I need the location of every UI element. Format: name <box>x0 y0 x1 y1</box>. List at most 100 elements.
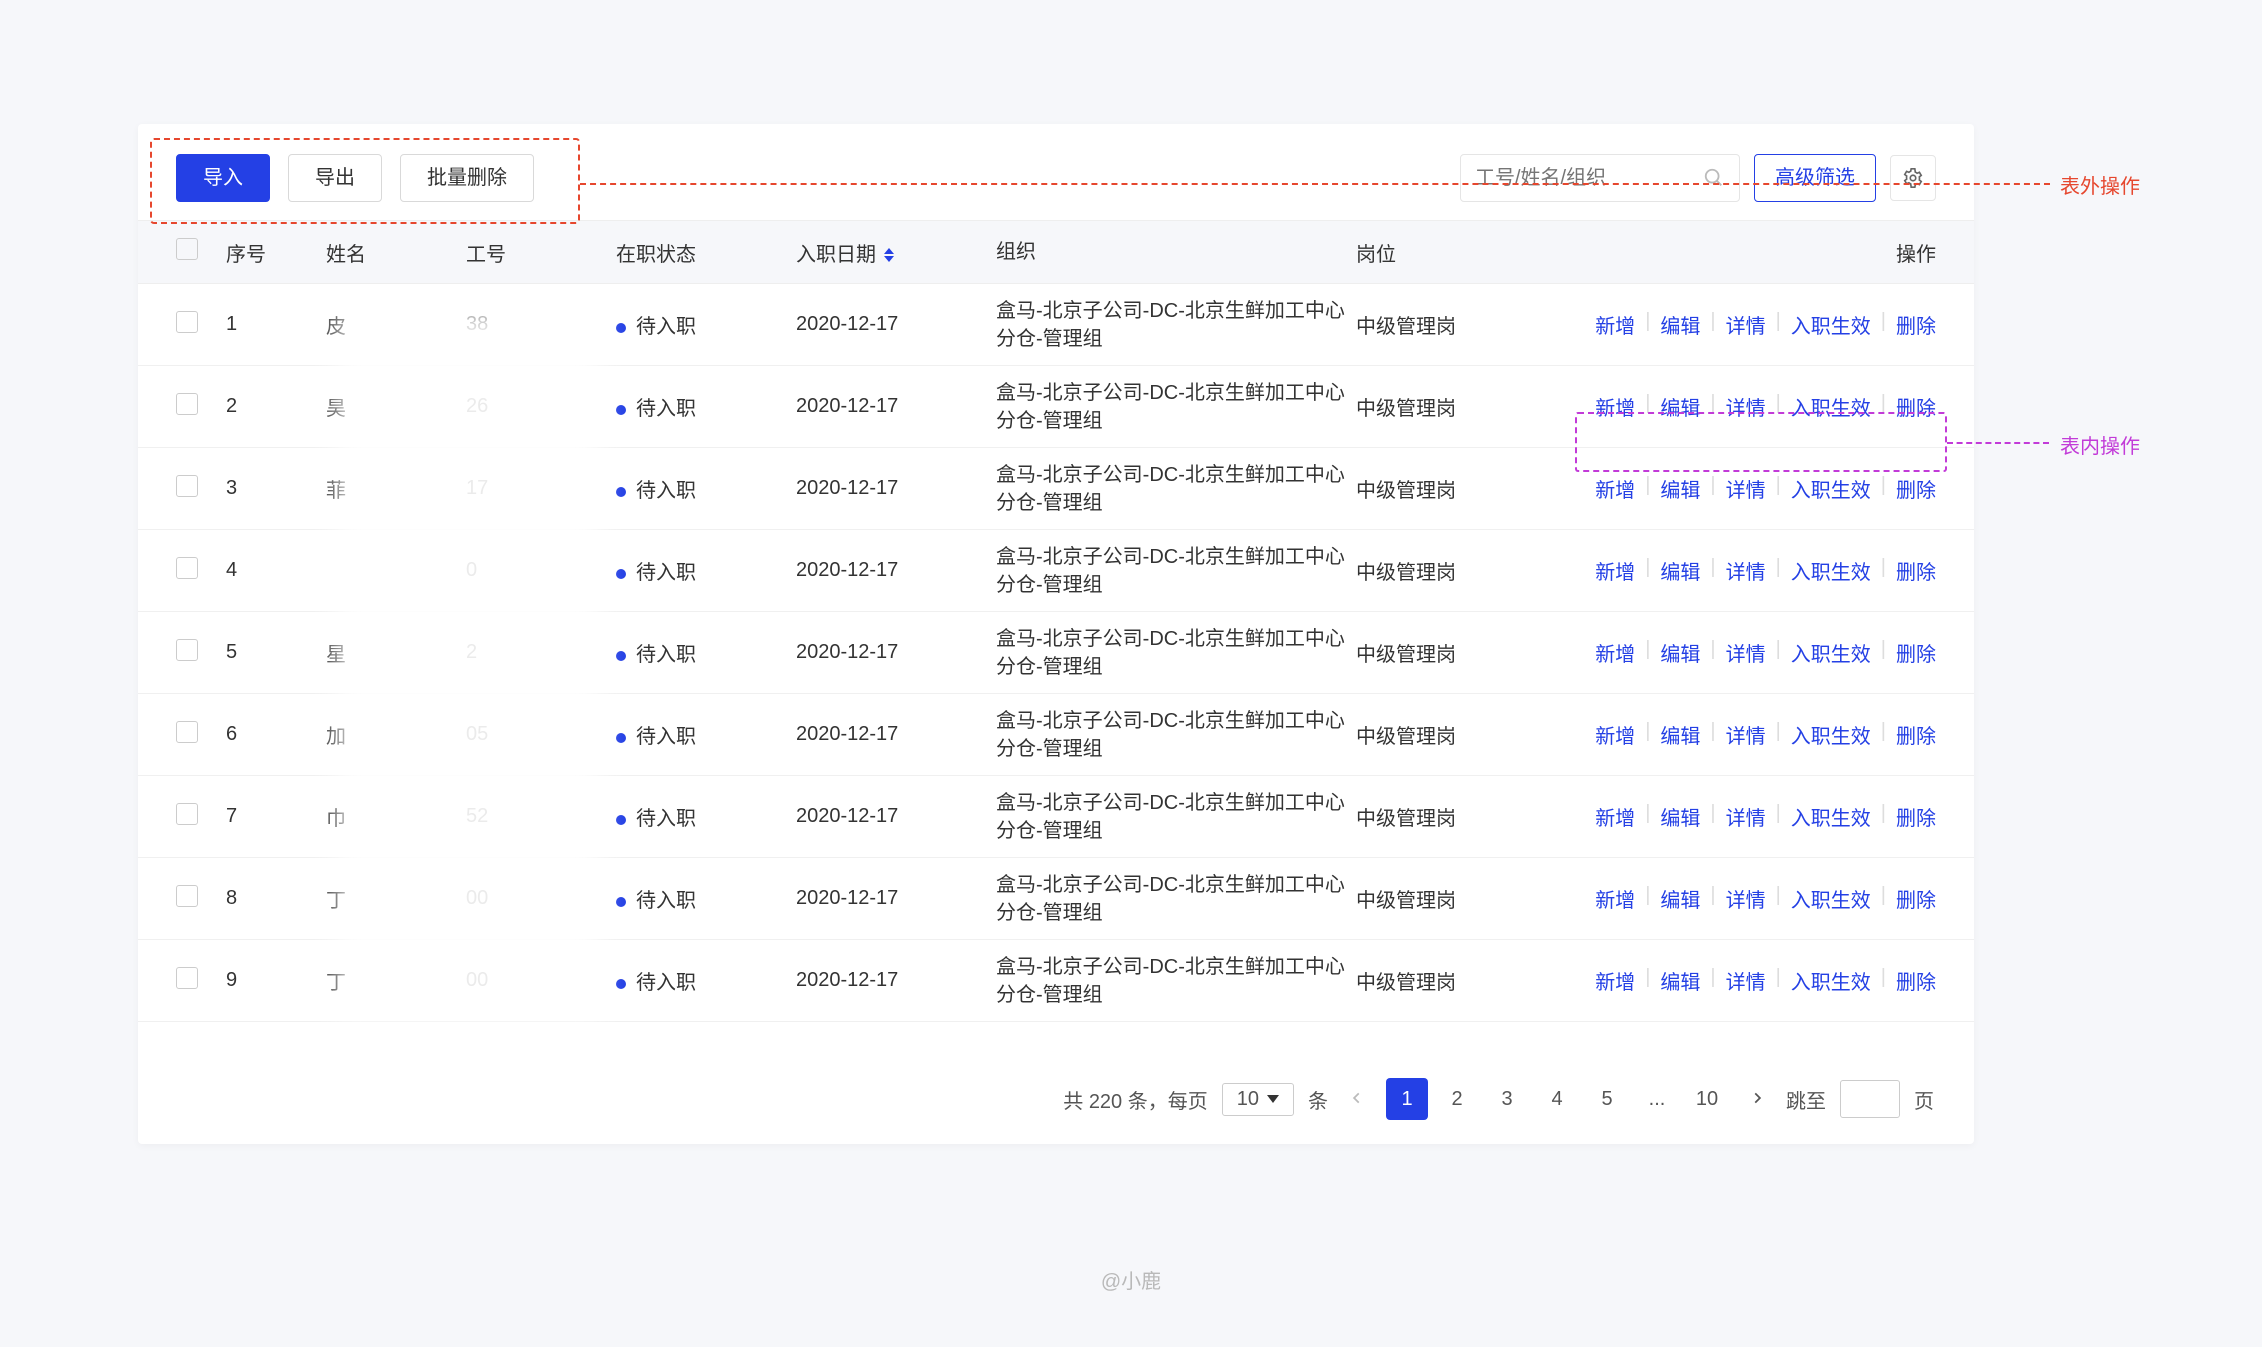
row-action-delete[interactable]: 删除 <box>1896 720 1936 749</box>
row-action-detail[interactable]: 详情 <box>1726 638 1766 667</box>
next-page-button[interactable] <box>1742 1088 1772 1111</box>
row-action-delete[interactable]: 删除 <box>1896 638 1936 667</box>
row-checkbox[interactable] <box>176 475 198 497</box>
row-action-delete[interactable]: 删除 <box>1896 392 1936 421</box>
row-action-detail[interactable]: 详情 <box>1726 802 1766 831</box>
row-action-add[interactable]: 新增 <box>1595 556 1635 585</box>
cell-ops: 新增| 编辑| 详情| 入职生效| 删除 <box>1546 474 1936 503</box>
row-action-add[interactable]: 新增 <box>1595 310 1635 339</box>
column-settings-button[interactable] <box>1890 155 1936 201</box>
cell-date: 2020-12-17 <box>796 887 996 910</box>
row-action-detail[interactable]: 详情 <box>1726 392 1766 421</box>
row-action-delete[interactable]: 删除 <box>1896 556 1936 585</box>
cell-name: 巾 <box>326 802 466 831</box>
row-action-effect[interactable]: 入职生效 <box>1791 392 1871 421</box>
col-hire-date[interactable]: 入职日期 <box>796 238 996 267</box>
row-action-effect[interactable]: 入职生效 <box>1791 720 1871 749</box>
bulk-delete-button[interactable]: 批量删除 <box>400 154 534 202</box>
data-table-card: 导入 导出 批量删除 高级筛选 序号 姓名 工号 在职状态 <box>138 124 1974 1144</box>
search-input-wrapper[interactable] <box>1460 154 1740 202</box>
export-button[interactable]: 导出 <box>288 154 382 202</box>
row-checkbox[interactable] <box>176 967 198 989</box>
cell-empid: 05 <box>466 723 616 746</box>
row-action-add[interactable]: 新增 <box>1595 638 1635 667</box>
row-action-effect[interactable]: 入职生效 <box>1791 556 1871 585</box>
row-checkbox[interactable] <box>176 557 198 579</box>
prev-page-button[interactable] <box>1342 1088 1372 1111</box>
row-action-effect[interactable]: 入职生效 <box>1791 310 1871 339</box>
cell-empid: 52 <box>466 805 616 828</box>
row-action-detail[interactable]: 详情 <box>1726 310 1766 339</box>
row-action-add[interactable]: 新增 <box>1595 474 1635 503</box>
page-button[interactable]: 5 <box>1586 1078 1628 1120</box>
row-action-detail[interactable]: 详情 <box>1726 884 1766 913</box>
status-dot-icon <box>616 405 626 415</box>
page-size-select[interactable]: 10 <box>1222 1083 1294 1116</box>
page-button[interactable]: 10 <box>1686 1078 1728 1120</box>
row-checkbox[interactable] <box>176 311 198 333</box>
cell-empid: 00 <box>466 969 616 992</box>
row-checkbox[interactable] <box>176 803 198 825</box>
row-checkbox[interactable] <box>176 721 198 743</box>
row-action-detail[interactable]: 详情 <box>1726 556 1766 585</box>
col-status: 在职状态 <box>616 238 796 267</box>
row-action-detail[interactable]: 详情 <box>1726 966 1766 995</box>
row-action-add[interactable]: 新增 <box>1595 802 1635 831</box>
page-button[interactable]: 4 <box>1536 1078 1578 1120</box>
select-all-checkbox[interactable] <box>176 238 198 260</box>
table-row: 9 丁 00 待入职 2020-12-17 盒马-北京子公司-DC-北京生鲜加工… <box>138 940 1974 1022</box>
row-action-effect[interactable]: 入职生效 <box>1791 638 1871 667</box>
row-action-edit[interactable]: 编辑 <box>1660 310 1700 339</box>
search-input[interactable] <box>1475 167 1697 190</box>
page-button[interactable]: 3 <box>1486 1078 1528 1120</box>
cell-status: 待入职 <box>616 556 796 585</box>
cell-empid: 2 <box>466 641 616 664</box>
row-action-add[interactable]: 新增 <box>1595 884 1635 913</box>
cell-org: 盒马-北京子公司-DC-北京生鲜加工中心分仓-管理组 <box>996 625 1356 681</box>
row-checkbox[interactable] <box>176 885 198 907</box>
row-action-add[interactable]: 新增 <box>1595 720 1635 749</box>
page-button[interactable]: 2 <box>1436 1078 1478 1120</box>
cell-ops: 新增| 编辑| 详情| 入职生效| 删除 <box>1546 310 1936 339</box>
row-action-delete[interactable]: 删除 <box>1896 474 1936 503</box>
cell-name: 菲 <box>326 474 466 503</box>
row-action-detail[interactable]: 详情 <box>1726 474 1766 503</box>
status-dot-icon <box>616 897 626 907</box>
col-seq: 序号 <box>226 238 326 267</box>
row-action-delete[interactable]: 删除 <box>1896 884 1936 913</box>
row-action-edit[interactable]: 编辑 <box>1660 392 1700 421</box>
row-action-edit[interactable]: 编辑 <box>1660 638 1700 667</box>
row-checkbox[interactable] <box>176 393 198 415</box>
row-action-effect[interactable]: 入职生效 <box>1791 884 1871 913</box>
row-action-edit[interactable]: 编辑 <box>1660 556 1700 585</box>
row-action-delete[interactable]: 删除 <box>1896 802 1936 831</box>
row-checkbox[interactable] <box>176 639 198 661</box>
status-dot-icon <box>616 815 626 825</box>
row-action-edit[interactable]: 编辑 <box>1660 884 1700 913</box>
cell-ops: 新增| 编辑| 详情| 入职生效| 删除 <box>1546 802 1936 831</box>
page-button[interactable]: 1 <box>1386 1078 1428 1120</box>
row-action-edit[interactable]: 编辑 <box>1660 966 1700 995</box>
cell-empid: 26 <box>466 395 616 418</box>
jump-page-input[interactable] <box>1840 1080 1900 1118</box>
row-action-effect[interactable]: 入职生效 <box>1791 802 1871 831</box>
col-post: 岗位 <box>1356 238 1546 267</box>
row-action-add[interactable]: 新增 <box>1595 392 1635 421</box>
table-row: 8 丁 00 待入职 2020-12-17 盒马-北京子公司-DC-北京生鲜加工… <box>138 858 1974 940</box>
advanced-filter-button[interactable]: 高级筛选 <box>1754 154 1876 202</box>
row-action-edit[interactable]: 编辑 <box>1660 720 1700 749</box>
cell-status: 待入职 <box>616 966 796 995</box>
row-action-edit[interactable]: 编辑 <box>1660 474 1700 503</box>
cell-date: 2020-12-17 <box>796 723 996 746</box>
row-action-delete[interactable]: 删除 <box>1896 966 1936 995</box>
row-action-detail[interactable]: 详情 <box>1726 720 1766 749</box>
import-button[interactable]: 导入 <box>176 154 270 202</box>
cell-date: 2020-12-17 <box>796 313 996 336</box>
row-action-effect[interactable]: 入职生效 <box>1791 966 1871 995</box>
sort-icon[interactable] <box>884 248 894 262</box>
row-action-effect[interactable]: 入职生效 <box>1791 474 1871 503</box>
row-action-add[interactable]: 新增 <box>1595 966 1635 995</box>
row-action-delete[interactable]: 删除 <box>1896 310 1936 339</box>
table-row: 2 昊 26 待入职 2020-12-17 盒马-北京子公司-DC-北京生鲜加工… <box>138 366 1974 448</box>
row-action-edit[interactable]: 编辑 <box>1660 802 1700 831</box>
